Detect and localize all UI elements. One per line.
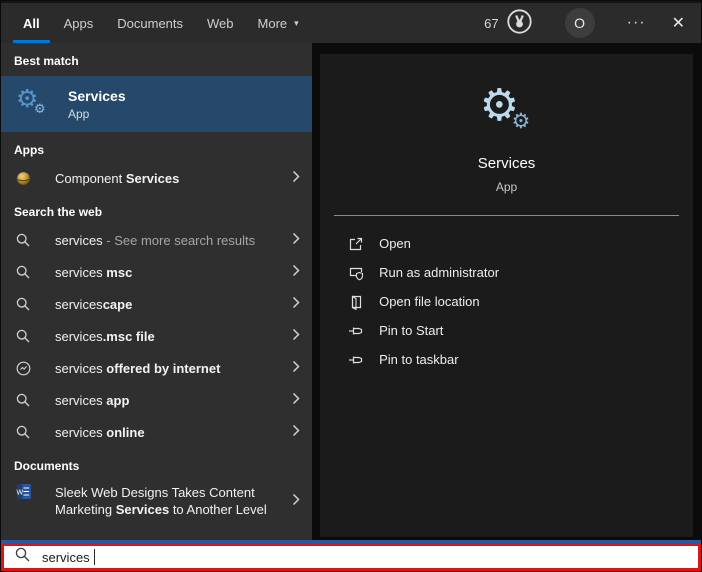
web-suggestion-services-online[interactable]: services online bbox=[1, 416, 312, 448]
tab-documents-label: Documents bbox=[117, 16, 183, 31]
svg-text:W: W bbox=[16, 490, 23, 497]
suggestion-label: services msc bbox=[55, 265, 286, 280]
suggestion-label: services offered by internet bbox=[55, 361, 286, 376]
component-services-icon bbox=[16, 171, 55, 186]
action-label: Pin to taskbar bbox=[379, 352, 459, 367]
search-icon bbox=[16, 297, 55, 311]
action-run-as-administrator[interactable]: Run as administrator bbox=[347, 258, 693, 287]
app-result-component-services[interactable]: Component Services bbox=[1, 162, 312, 194]
best-match-title: Services bbox=[68, 88, 126, 104]
search-icon bbox=[16, 233, 55, 247]
file-location-icon bbox=[347, 294, 364, 310]
open-icon bbox=[347, 236, 364, 252]
tab-web[interactable]: Web bbox=[195, 3, 246, 43]
search-input[interactable]: services bbox=[1, 543, 701, 571]
suggestion-label: services app bbox=[55, 393, 286, 408]
tab-apps[interactable]: Apps bbox=[52, 3, 106, 43]
result-label: Component Services bbox=[55, 171, 286, 186]
search-icon bbox=[15, 547, 30, 567]
results-panel: Best match ⚙⚙ Services App Apps Componen… bbox=[1, 43, 312, 542]
chevron-right-icon bbox=[292, 424, 300, 440]
chevron-right-icon bbox=[292, 392, 300, 408]
admin-shield-icon bbox=[347, 265, 364, 281]
rewards-count: 67 bbox=[484, 16, 498, 31]
word-document-icon: W bbox=[16, 483, 55, 500]
chevron-right-icon bbox=[292, 232, 300, 248]
avatar-letter: O bbox=[574, 15, 585, 31]
trending-icon bbox=[16, 361, 55, 376]
chevron-right-icon bbox=[292, 493, 300, 509]
topbar-right-cluster: 67 O ··· ✕ bbox=[484, 8, 685, 38]
preview-divider bbox=[334, 215, 679, 216]
tab-apps-label: Apps bbox=[64, 16, 94, 31]
best-match-header: Best match bbox=[1, 43, 312, 73]
chevron-right-icon bbox=[292, 170, 300, 186]
search-filter-bar: All Apps Documents Web More ▾ 67 O ··· ✕ bbox=[1, 1, 701, 43]
chevron-down-icon: ▾ bbox=[294, 18, 299, 29]
chevron-right-icon bbox=[292, 360, 300, 376]
services-gears-icon-large: ⚙⚙ bbox=[472, 84, 542, 136]
action-pin-to-taskbar[interactable]: Pin to taskbar bbox=[347, 345, 693, 374]
search-icon bbox=[16, 393, 55, 407]
best-match-subtitle: App bbox=[68, 107, 126, 121]
suggestion-label: services online bbox=[55, 425, 286, 440]
search-query-text: services bbox=[42, 550, 90, 565]
avatar[interactable]: O bbox=[565, 8, 595, 38]
context-actions: Open Run as administrator Open file loca… bbox=[320, 229, 693, 374]
action-open-file-location[interactable]: Open file location bbox=[347, 287, 693, 316]
web-suggestion-services-app[interactable]: services app bbox=[1, 384, 312, 416]
apps-header: Apps bbox=[1, 132, 312, 162]
services-gears-icon: ⚙⚙ bbox=[16, 87, 54, 121]
web-suggestion-services-msc-file[interactable]: services.msc file bbox=[1, 320, 312, 352]
action-label: Run as administrator bbox=[379, 265, 499, 280]
document-result[interactable]: W Sleek Web Designs Takes Content Market… bbox=[1, 478, 312, 524]
rewards-badge[interactable]: 67 bbox=[484, 8, 532, 38]
tab-documents[interactable]: Documents bbox=[105, 3, 195, 43]
web-suggestion-services-msc[interactable]: services msc bbox=[1, 256, 312, 288]
action-label: Open bbox=[379, 236, 411, 251]
search-bar-region: services bbox=[1, 540, 701, 571]
document-title: Sleek Web Designs Takes Content Marketin… bbox=[55, 484, 286, 518]
tab-more-label: More bbox=[258, 16, 288, 31]
more-options-button[interactable]: ··· bbox=[627, 14, 646, 32]
web-suggestion-servicescape[interactable]: servicescape bbox=[1, 288, 312, 320]
best-match-text: Services App bbox=[68, 88, 126, 121]
tab-all[interactable]: All bbox=[11, 3, 52, 43]
preview-app-subtitle: App bbox=[320, 180, 693, 194]
search-icon bbox=[16, 329, 55, 343]
web-suggestion-see-more[interactable]: services - See more search results bbox=[1, 224, 312, 256]
tab-web-label: Web bbox=[207, 16, 234, 31]
chevron-right-icon bbox=[292, 264, 300, 280]
documents-header: Documents bbox=[1, 448, 312, 478]
preview-card: ⚙⚙ Services App Open Run as administrato… bbox=[320, 54, 693, 537]
tab-more[interactable]: More ▾ bbox=[246, 3, 311, 43]
filter-tabs: All Apps Documents Web More ▾ bbox=[11, 3, 311, 43]
suggestion-label: services.msc file bbox=[55, 329, 286, 344]
search-icon bbox=[16, 425, 55, 439]
action-label: Open file location bbox=[379, 294, 479, 309]
action-pin-to-start[interactable]: Pin to Start bbox=[347, 316, 693, 345]
action-label: Pin to Start bbox=[379, 323, 443, 338]
action-open[interactable]: Open bbox=[347, 229, 693, 258]
pin-icon bbox=[347, 352, 364, 368]
suggestion-label: servicescape bbox=[55, 297, 286, 312]
windows-search-flyout: All Apps Documents Web More▾ 67 O ··· ✕ … bbox=[0, 0, 702, 572]
search-icon bbox=[16, 265, 55, 279]
text-caret bbox=[94, 549, 95, 565]
chevron-right-icon bbox=[292, 296, 300, 312]
preview-app-title: Services bbox=[320, 155, 693, 172]
web-suggestion-services-offered-by-internet[interactable]: services offered by internet bbox=[1, 352, 312, 384]
search-the-web-header: Search the web bbox=[1, 194, 312, 224]
tab-all-label: All bbox=[23, 16, 40, 31]
suggestion-label: services - See more search results bbox=[55, 233, 286, 248]
close-button[interactable]: ✕ bbox=[672, 13, 685, 33]
medal-icon bbox=[506, 8, 533, 38]
pin-icon bbox=[347, 323, 364, 339]
best-match-result-services[interactable]: ⚙⚙ Services App bbox=[1, 76, 312, 132]
chevron-right-icon bbox=[292, 328, 300, 344]
preview-panel: ⚙⚙ Services App Open Run as administrato… bbox=[312, 43, 701, 542]
